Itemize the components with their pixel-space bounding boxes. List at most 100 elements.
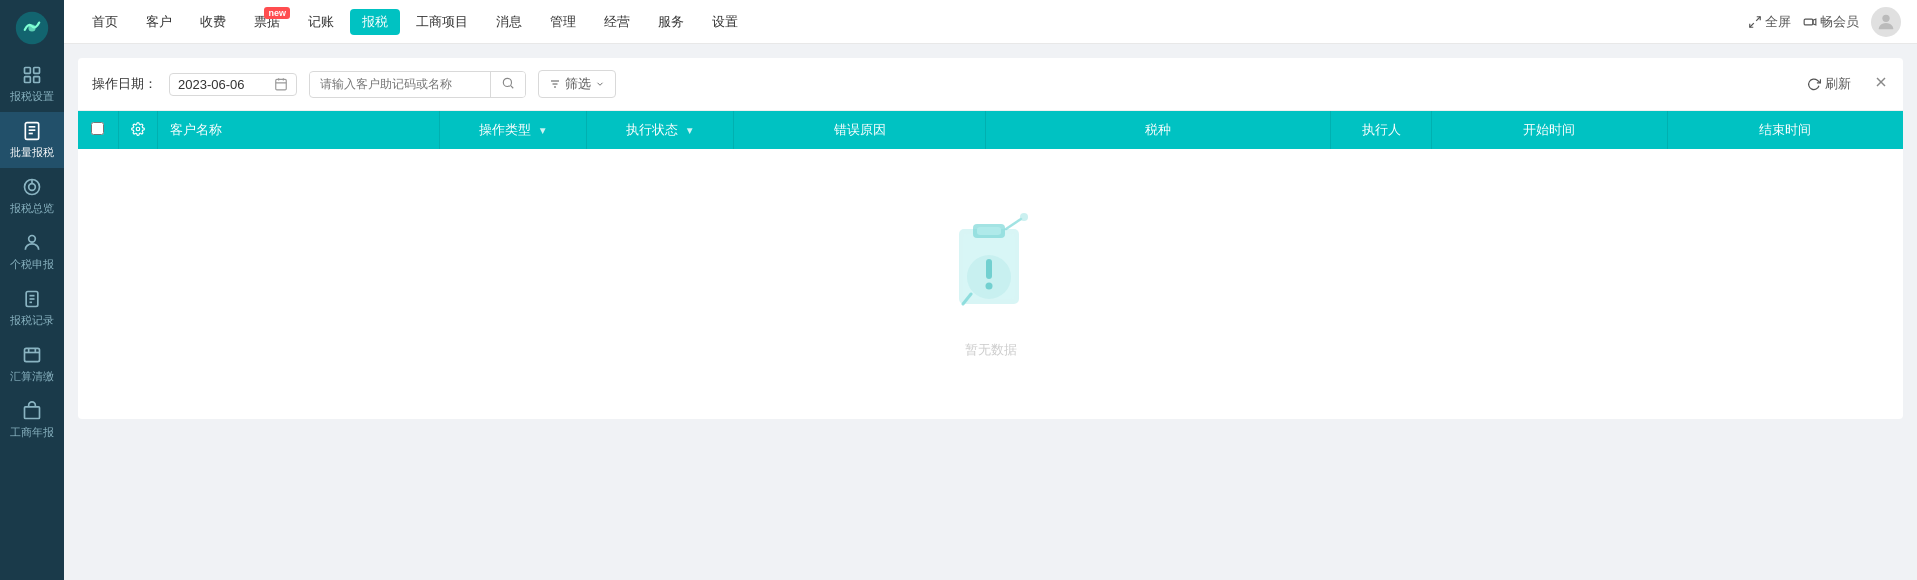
svg-rect-22 bbox=[25, 407, 40, 419]
batch-tax-icon bbox=[21, 120, 43, 142]
search-wrapper bbox=[309, 71, 526, 98]
date-picker[interactable] bbox=[169, 73, 297, 96]
top-nav: 首页 客户 收费 票据 new 记账 报税 工商项目 消息 管理 经营 服务 设… bbox=[64, 0, 1917, 44]
nav-item-customer[interactable]: 客户 bbox=[134, 9, 184, 35]
settings-icon bbox=[21, 64, 43, 86]
sidebar-item-label: 报税记录 bbox=[10, 313, 54, 328]
business-report-icon bbox=[21, 400, 43, 422]
nav-item-tax[interactable]: 报税 bbox=[350, 9, 400, 35]
video-icon bbox=[1803, 15, 1817, 29]
filter-button[interactable]: 筛选 bbox=[538, 70, 616, 98]
nav-items: 首页 客户 收费 票据 new 记账 报税 工商项目 消息 管理 经营 服务 设… bbox=[80, 9, 1748, 35]
calendar-icon bbox=[274, 77, 288, 91]
content: 操作日期： bbox=[64, 44, 1917, 580]
sidebar-item-label: 报税设置 bbox=[10, 89, 54, 104]
svg-line-33 bbox=[511, 85, 514, 88]
sidebar-item-gongshang-nianbao[interactable]: 工商年报 bbox=[0, 392, 64, 448]
close-button[interactable] bbox=[1873, 74, 1889, 94]
person-tax-icon bbox=[21, 232, 43, 254]
column-settings-icon[interactable] bbox=[131, 122, 145, 136]
svg-rect-43 bbox=[977, 227, 1001, 235]
nav-item-operations[interactable]: 经营 bbox=[592, 9, 642, 35]
user-icon bbox=[1875, 11, 1897, 33]
svg-point-13 bbox=[29, 236, 36, 243]
svg-rect-45 bbox=[986, 259, 992, 279]
sidebar-item-label: 汇算清缴 bbox=[10, 369, 54, 384]
svg-point-49 bbox=[1020, 213, 1028, 221]
empty-state: 暂无数据 bbox=[78, 149, 1903, 419]
nav-item-business[interactable]: 工商项目 bbox=[404, 9, 480, 35]
nav-item-messages[interactable]: 消息 bbox=[484, 9, 534, 35]
svg-marker-26 bbox=[1813, 19, 1816, 25]
select-all-checkbox[interactable] bbox=[91, 122, 104, 135]
sidebar-item-huisuan-jiaona[interactable]: 汇算清缴 bbox=[0, 336, 64, 392]
nav-item-management[interactable]: 管理 bbox=[538, 9, 588, 35]
col-checkbox bbox=[78, 111, 118, 149]
nav-right: 全屏 畅会员 bbox=[1748, 7, 1901, 37]
main-area: 首页 客户 收费 票据 new 记账 报税 工商项目 消息 管理 经营 服务 设… bbox=[64, 0, 1917, 580]
sidebar-item-baoshui-jilu[interactable]: 报税记录 bbox=[0, 280, 64, 336]
refresh-icon bbox=[1807, 77, 1821, 91]
sort-icon: ▼ bbox=[685, 125, 695, 136]
data-table: 客户名称 操作类型 ▼ 执行状态 ▼ 错误原因 税种 执行人 bbox=[78, 111, 1903, 419]
fullscreen-icon bbox=[1748, 15, 1762, 29]
search-input[interactable] bbox=[310, 73, 490, 95]
col-operation-type: 操作类型 ▼ bbox=[440, 111, 587, 149]
nav-item-services[interactable]: 服务 bbox=[646, 9, 696, 35]
record-icon bbox=[21, 288, 43, 310]
svg-rect-4 bbox=[25, 77, 31, 83]
svg-rect-2 bbox=[25, 68, 31, 74]
user-avatar[interactable] bbox=[1871, 7, 1901, 37]
col-exec-status: 执行状态 ▼ bbox=[587, 111, 734, 149]
close-icon bbox=[1873, 74, 1889, 90]
member-button[interactable]: 畅会员 bbox=[1803, 13, 1859, 31]
sort-icon: ▼ bbox=[538, 125, 548, 136]
table-head: 客户名称 操作类型 ▼ 执行状态 ▼ 错误原因 税种 执行人 bbox=[78, 111, 1903, 149]
overview-icon bbox=[21, 176, 43, 198]
sidebar-item-label: 工商年报 bbox=[10, 425, 54, 440]
nav-item-accounting[interactable]: 记账 bbox=[296, 9, 346, 35]
sidebar-item-piliang-baoshui[interactable]: 批量报税 bbox=[0, 112, 64, 168]
toolbar: 操作日期： bbox=[78, 58, 1903, 111]
svg-point-27 bbox=[1882, 14, 1889, 21]
sidebar-item-label: 个税申报 bbox=[10, 257, 54, 272]
sidebar-item-label: 报税总览 bbox=[10, 201, 54, 216]
svg-line-48 bbox=[1006, 219, 1021, 229]
col-settings bbox=[118, 111, 157, 149]
col-customer-name: 客户名称 bbox=[157, 111, 440, 149]
svg-rect-18 bbox=[25, 348, 40, 361]
svg-rect-28 bbox=[276, 79, 287, 90]
svg-point-32 bbox=[503, 78, 511, 86]
date-input[interactable] bbox=[178, 77, 268, 92]
sidebar-item-baoshui-shezhi[interactable]: 报税设置 bbox=[0, 56, 64, 112]
svg-line-24 bbox=[1750, 23, 1754, 27]
svg-line-23 bbox=[1756, 16, 1760, 20]
svg-rect-3 bbox=[34, 68, 40, 74]
search-button[interactable] bbox=[490, 72, 525, 97]
svg-rect-5 bbox=[34, 77, 40, 83]
nav-item-homepage[interactable]: 首页 bbox=[80, 9, 130, 35]
chevron-down-icon bbox=[595, 79, 605, 89]
nav-item-invoice[interactable]: 票据 new bbox=[242, 9, 292, 35]
table-body: 暂无数据 bbox=[78, 149, 1903, 419]
empty-icon bbox=[98, 209, 1883, 329]
reconcile-icon bbox=[21, 344, 43, 366]
svg-point-46 bbox=[985, 283, 992, 290]
nav-item-billing[interactable]: 收费 bbox=[188, 9, 238, 35]
refresh-button[interactable]: 刷新 bbox=[1807, 75, 1851, 93]
svg-point-1 bbox=[28, 24, 35, 31]
col-start-time: 开始时间 bbox=[1432, 111, 1668, 149]
sidebar-item-geshuishenbao[interactable]: 个税申报 bbox=[0, 224, 64, 280]
new-badge: new bbox=[264, 7, 290, 19]
sidebar-item-baoshui-zonlan[interactable]: 报税总览 bbox=[0, 168, 64, 224]
date-label: 操作日期： bbox=[92, 75, 157, 93]
filter-icon bbox=[549, 78, 561, 90]
nav-item-settings[interactable]: 设置 bbox=[700, 9, 750, 35]
col-end-time: 结束时间 bbox=[1667, 111, 1903, 149]
col-error-reason: 错误原因 bbox=[734, 111, 985, 149]
fullscreen-button[interactable]: 全屏 bbox=[1748, 13, 1791, 31]
col-tax-type: 税种 bbox=[985, 111, 1331, 149]
refresh-label: 刷新 bbox=[1825, 75, 1851, 93]
svg-point-11 bbox=[29, 184, 36, 191]
page-body: 操作日期： bbox=[64, 44, 1917, 580]
